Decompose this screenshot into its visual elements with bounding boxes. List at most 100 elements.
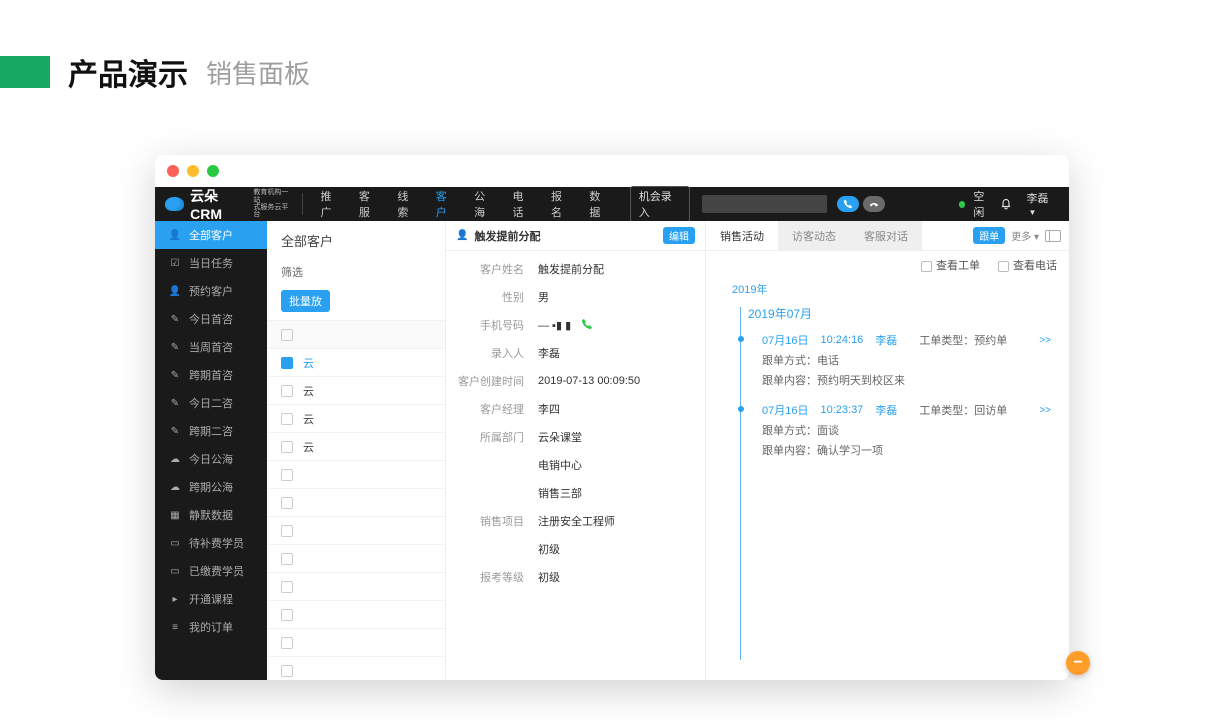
nav-电话[interactable]: 电话	[505, 184, 541, 224]
checkbox-icon[interactable]	[281, 329, 293, 341]
table-row[interactable]: 云	[267, 348, 466, 376]
detail-value: 2019-07-13 00:09:50	[538, 375, 693, 387]
detail-label: 客户经理	[458, 401, 538, 417]
checkbox-icon[interactable]	[281, 441, 293, 453]
activity-filters: 查看工单 查看电话	[706, 251, 1069, 279]
sidebar-item-label: 待补费学员	[189, 535, 244, 551]
table-row[interactable]: 云	[267, 376, 466, 404]
filter-label[interactable]: 筛选	[267, 260, 466, 290]
sidebar-item-label: 静默数据	[189, 507, 233, 523]
table-row[interactable]	[267, 516, 466, 544]
timeline-entry[interactable]: 07月16日10:23:37李磊工单类型：回访单>>跟单方式：面谈跟单内容：确认…	[748, 402, 1051, 458]
checkbox-icon[interactable]	[281, 553, 293, 565]
checkbox-icon[interactable]	[281, 637, 293, 649]
maximize-icon[interactable]	[207, 165, 219, 177]
sidebar-item-今日二咨[interactable]: ✎今日二咨	[155, 389, 267, 417]
detail-value: 李四	[538, 401, 693, 417]
activity-tools: 跟单 更多 ▾	[973, 221, 1069, 250]
checkbox-icon[interactable]	[281, 413, 293, 425]
sidebar-item-跨期首咨[interactable]: ✎跨期首咨	[155, 361, 267, 389]
checkbox-icon[interactable]	[281, 385, 293, 397]
slide-title: 产品演示	[68, 50, 188, 94]
sidebar-item-label: 今日公海	[189, 451, 233, 467]
activity-panel: 销售活动访客动态客服对话 跟单 更多 ▾ 查看工单 查看电话 2019年	[706, 221, 1069, 680]
accent-block	[0, 56, 50, 88]
nav-报名[interactable]: 报名	[543, 184, 579, 224]
phone-icon[interactable]	[581, 318, 593, 333]
sidebar-item-开通课程[interactable]: ▸开通课程	[155, 585, 267, 613]
tab-客服对话[interactable]: 客服对话	[850, 221, 922, 250]
activity-tabs: 销售活动访客动态客服对话 跟单 更多 ▾	[706, 221, 1069, 251]
sidebar-item-当周首咨[interactable]: ✎当周首咨	[155, 333, 267, 361]
view-workorder-checkbox[interactable]: 查看工单	[921, 257, 980, 273]
sidebar-item-今日公海[interactable]: ☁今日公海	[155, 445, 267, 473]
table-row[interactable]	[267, 656, 466, 680]
checkbox-icon[interactable]	[281, 525, 293, 537]
view-call-checkbox[interactable]: 查看电话	[998, 257, 1057, 273]
logo[interactable]: 云朵CRM 教育机构一站 式服务云平台	[165, 193, 303, 215]
sidebar-item-已缴费学员[interactable]: ▭已缴费学员	[155, 557, 267, 585]
checkbox-icon[interactable]	[281, 497, 293, 509]
table-row[interactable]	[267, 544, 466, 572]
opportunity-entry-button[interactable]: 机会录入	[630, 186, 690, 222]
slide-header: 产品演示 销售面板	[0, 0, 1210, 134]
detail-value: 注册安全工程师	[538, 513, 693, 529]
nav-推广[interactable]: 推广	[313, 184, 349, 224]
top-nav: 推广客服线索客户公海电话报名数据	[313, 184, 618, 224]
follow-tag[interactable]: 跟单	[973, 227, 1005, 244]
detail-label: 手机号码	[458, 317, 538, 333]
table-row[interactable]	[267, 488, 466, 516]
bell-icon[interactable]	[999, 196, 1013, 213]
checkbox-icon[interactable]	[281, 469, 293, 481]
nav-客户[interactable]: 客户	[428, 184, 464, 224]
edit-button[interactable]: 编辑	[663, 227, 695, 244]
table-row[interactable]: 云	[267, 432, 466, 460]
sidebar-item-label: 今日二咨	[189, 395, 233, 411]
search-input[interactable]	[702, 195, 827, 213]
hangup-icon[interactable]	[863, 196, 885, 212]
minimize-icon[interactable]	[187, 165, 199, 177]
sidebar-item-全部客户[interactable]: 👤全部客户	[155, 221, 267, 249]
detail-value: 初级	[538, 541, 693, 557]
sidebar-item-预约客户[interactable]: 👤预约客户	[155, 277, 267, 305]
nav-客服[interactable]: 客服	[351, 184, 387, 224]
fab-minimize-icon[interactable]: −	[1066, 651, 1090, 675]
timeline-entry[interactable]: 07月16日10:24:16李磊工单类型：预约单>>跟单方式：电话跟单内容：预约…	[748, 332, 1051, 388]
nav-公海[interactable]: 公海	[466, 184, 502, 224]
entry-way: 跟单方式：电话	[762, 352, 1051, 368]
user-menu[interactable]: 李磊 ▼	[1027, 190, 1059, 218]
checkbox-icon[interactable]	[281, 609, 293, 621]
status-label[interactable]: 空闲	[973, 188, 994, 220]
detail-label: 录入人	[458, 345, 538, 361]
layout-icon[interactable]	[1045, 230, 1061, 242]
nav-线索[interactable]: 线索	[389, 184, 425, 224]
expand-icon[interactable]: >>	[1039, 335, 1051, 346]
sidebar-item-我的订单[interactable]: ≡我的订单	[155, 613, 267, 641]
close-icon[interactable]	[167, 165, 179, 177]
call-icon[interactable]	[837, 196, 859, 212]
table-row[interactable]	[267, 600, 466, 628]
detail-value: 男	[538, 289, 693, 305]
tab-销售活动[interactable]: 销售活动	[706, 221, 778, 250]
table-row[interactable]: 云	[267, 404, 466, 432]
more-menu[interactable]: 更多 ▾	[1011, 228, 1039, 243]
entry-operator: 李磊	[875, 332, 897, 348]
expand-icon[interactable]: >>	[1039, 405, 1051, 416]
sidebar-item-静默数据[interactable]: ▦静默数据	[155, 501, 267, 529]
sidebar-item-跨期公海[interactable]: ☁跨期公海	[155, 473, 267, 501]
sidebar-item-待补费学员[interactable]: ▭待补费学员	[155, 529, 267, 557]
table-row[interactable]	[267, 460, 466, 488]
checkbox-icon[interactable]	[281, 581, 293, 593]
tab-访客动态[interactable]: 访客动态	[778, 221, 850, 250]
table-row[interactable]	[267, 572, 466, 600]
sidebar-item-当日任务[interactable]: ☑当日任务	[155, 249, 267, 277]
sidebar-item-今日首咨[interactable]: ✎今日首咨	[155, 305, 267, 333]
checkbox-icon[interactable]	[281, 665, 293, 677]
sidebar-item-跨期二咨[interactable]: ✎跨期二咨	[155, 417, 267, 445]
table-row[interactable]	[267, 628, 466, 656]
nav-数据[interactable]: 数据	[581, 184, 617, 224]
detail-value: 触发提前分配	[538, 261, 693, 277]
logo-text: 云朵CRM	[190, 186, 247, 222]
checkbox-icon[interactable]	[281, 357, 293, 369]
batch-release-button[interactable]: 批量放	[281, 290, 330, 312]
